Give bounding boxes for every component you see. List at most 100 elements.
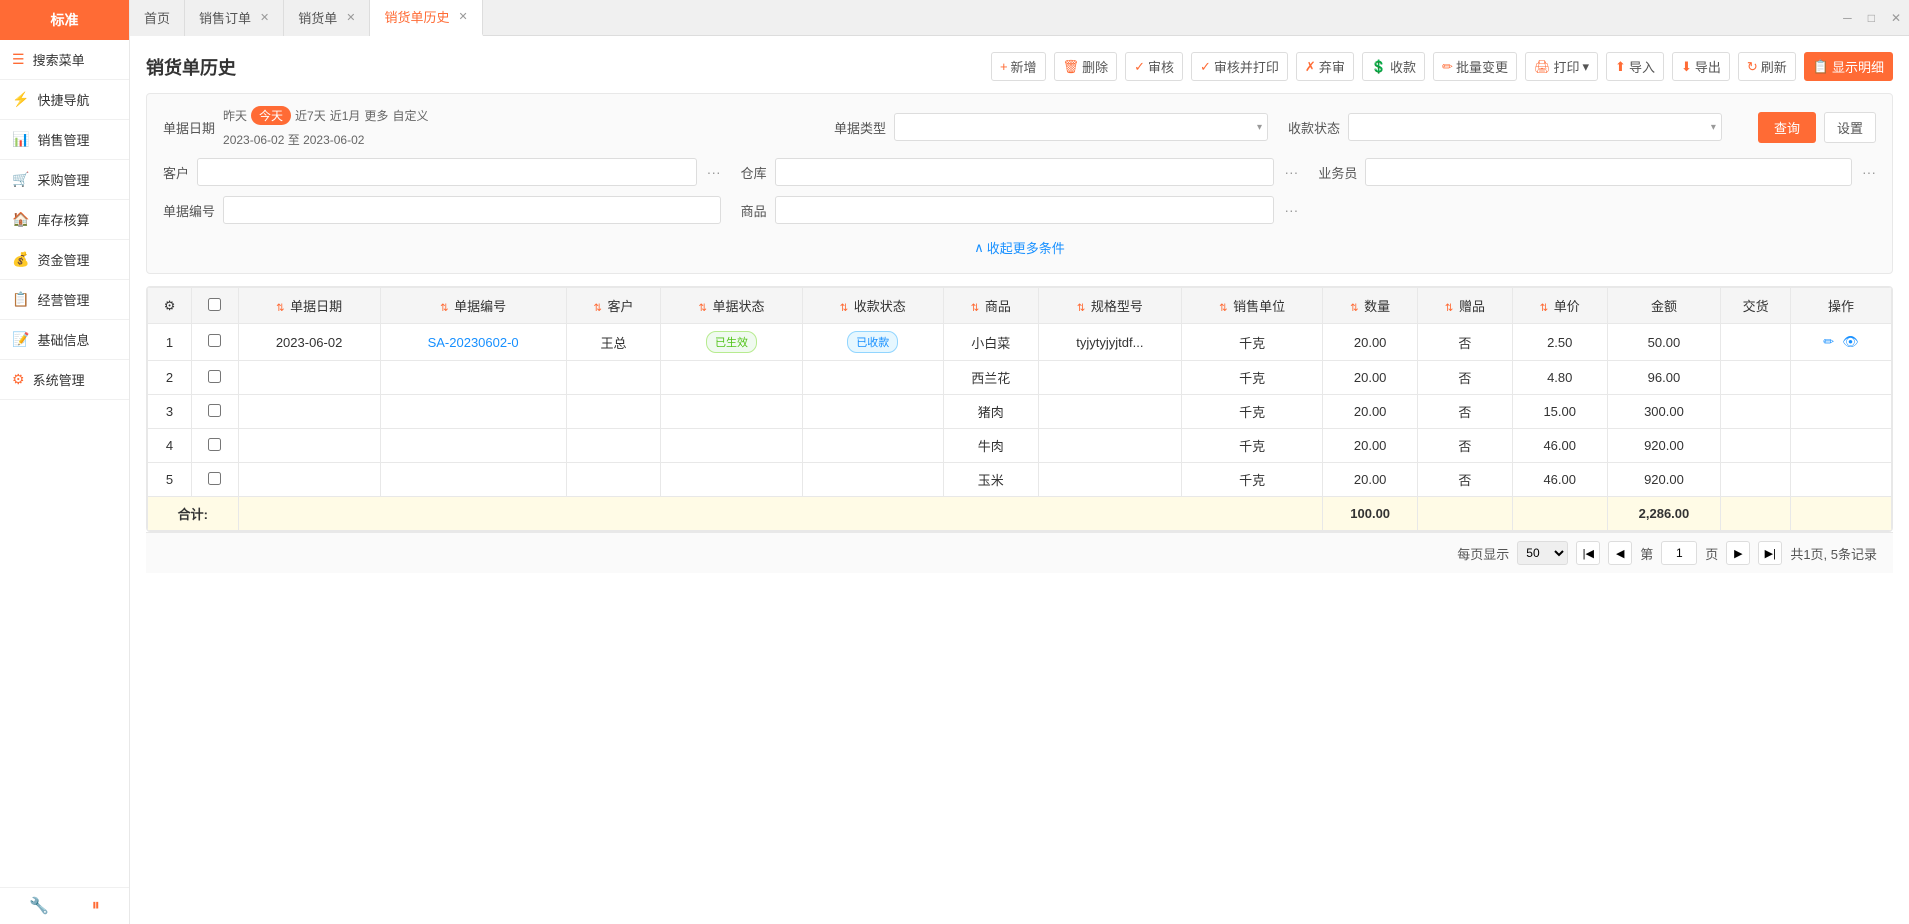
window-minimize[interactable]: ─ — [1835, 11, 1860, 25]
first-page-button[interactable]: |◀ — [1576, 541, 1600, 565]
row-actions[interactable] — [1791, 395, 1892, 429]
gear-icon[interactable]: ⚙ — [164, 298, 176, 313]
row-doc-no[interactable] — [380, 395, 566, 429]
staff-input[interactable] — [1365, 158, 1852, 186]
date-shortcut-more[interactable]: 更多 — [364, 107, 388, 124]
date-shortcut-yesterday[interactable]: 昨天 — [223, 107, 247, 124]
warehouse-input[interactable] — [775, 158, 1275, 186]
row-checkbox[interactable] — [192, 361, 238, 395]
th-gear[interactable]: ⚙ — [148, 288, 192, 324]
th-amount[interactable]: 金额 — [1607, 288, 1721, 324]
sidebar-item-business[interactable]: 📋 经营管理 — [0, 280, 129, 320]
sidebar-item-finance[interactable]: 💰 资金管理 — [0, 240, 129, 280]
th-doc-status[interactable]: ⇅ 单据状态 — [661, 288, 802, 324]
th-spec[interactable]: ⇅ 规格型号 — [1038, 288, 1181, 324]
payment-status-select[interactable] — [1348, 113, 1722, 141]
th-date[interactable]: ⇅ 单据日期 — [238, 288, 380, 324]
row-select-checkbox[interactable] — [208, 334, 221, 347]
row-actions[interactable]: ✏👁 — [1791, 324, 1892, 361]
row-doc-no[interactable] — [380, 463, 566, 497]
add-button[interactable]: + 新增 — [991, 52, 1046, 81]
date-shortcut-last-month[interactable]: 近1月 — [330, 107, 361, 124]
date-range-display[interactable]: 2023-06-02 至 2023-06-02 — [223, 131, 428, 148]
sidebar-item-search-menu[interactable]: ☰ 搜索菜单 — [0, 40, 129, 80]
sidebar-item-sys-mgmt[interactable]: ⚙ 系统管理 — [0, 360, 129, 400]
collapse-filters-button[interactable]: ∧ 收起更多条件 — [163, 234, 1876, 261]
per-page-select[interactable]: 50 100 200 — [1517, 541, 1568, 565]
row-doc-no[interactable] — [380, 361, 566, 395]
delete-button[interactable]: 🗑 删除 — [1054, 52, 1118, 81]
sidebar-item-inventory[interactable]: 🏠 库存核算 — [0, 200, 129, 240]
import-button[interactable]: ⬆ 导入 — [1606, 52, 1664, 81]
print-button[interactable]: 🖨 打印 ▾ — [1525, 52, 1598, 81]
date-shortcut-custom[interactable]: 自定义 — [392, 107, 428, 124]
tab-sales-goods[interactable]: 销货单 ✕ — [284, 0, 370, 36]
th-gift[interactable]: ⇅ 赠品 — [1418, 288, 1513, 324]
th-unit[interactable]: ⇅ 销售单位 — [1182, 288, 1323, 324]
th-goods[interactable]: ⇅ 商品 — [943, 288, 1038, 324]
th-transaction[interactable]: 交货 — [1721, 288, 1791, 324]
th-price[interactable]: ⇅ 单价 — [1512, 288, 1607, 324]
row-actions[interactable] — [1791, 429, 1892, 463]
select-all-checkbox[interactable] — [208, 298, 221, 311]
doc-no-input[interactable] — [223, 196, 721, 224]
row-actions[interactable] — [1791, 463, 1892, 497]
page-number-input[interactable] — [1661, 541, 1697, 565]
th-checkbox[interactable] — [192, 288, 238, 324]
prev-page-button[interactable]: ◀ — [1608, 541, 1632, 565]
row-checkbox[interactable] — [192, 395, 238, 429]
date-shortcut-last7[interactable]: 近7天 — [295, 107, 326, 124]
doc-no-link[interactable]: SA-20230602-0 — [428, 335, 519, 350]
show-detail-button[interactable]: 📋 显示明细 — [1804, 52, 1893, 81]
sidebar-item-sales-mgmt[interactable]: 📊 销售管理 — [0, 120, 129, 160]
abandon-button[interactable]: ✗ 弃审 — [1296, 52, 1354, 81]
staff-dots-icon[interactable]: ··· — [1862, 164, 1876, 180]
doc-type-select[interactable] — [894, 113, 1268, 141]
row-checkbox[interactable] — [192, 324, 238, 361]
action-查看[interactable]: 👁 — [1842, 334, 1859, 349]
tab-sales-history-close[interactable]: ✕ — [459, 10, 468, 23]
tab-sales-order[interactable]: 销售订单 ✕ — [185, 0, 284, 36]
row-doc-no[interactable]: SA-20230602-0 — [380, 324, 566, 361]
review-button[interactable]: ✓ 审核 — [1125, 52, 1183, 81]
sidebar-item-quick-nav[interactable]: ⚡ 快捷导航 — [0, 80, 129, 120]
tab-sales-goods-close[interactable]: ✕ — [346, 11, 355, 24]
row-select-checkbox[interactable] — [208, 370, 221, 383]
row-actions[interactable] — [1791, 361, 1892, 395]
date-shortcut-today[interactable]: 今天 — [251, 106, 291, 125]
row-select-checkbox[interactable] — [208, 472, 221, 485]
action-编辑[interactable]: ✏ — [1823, 334, 1834, 349]
setting-button[interactable]: 设置 — [1824, 112, 1876, 143]
th-pay-status[interactable]: ⇅ 收款状态 — [802, 288, 943, 324]
window-maximize[interactable]: □ — [1860, 11, 1883, 25]
th-qty[interactable]: ⇅ 数量 — [1323, 288, 1418, 324]
th-doc-no[interactable]: ⇅ 单据编号 — [380, 288, 566, 324]
tab-sales-history[interactable]: 销货单历史 ✕ — [370, 0, 482, 36]
warehouse-dots-icon[interactable]: ··· — [1284, 164, 1298, 180]
batch-change-button[interactable]: ✏ 批量变更 — [1433, 52, 1517, 81]
customer-input[interactable] — [197, 158, 697, 186]
row-select-checkbox[interactable] — [208, 404, 221, 417]
sidebar-settings-icon[interactable]: 🔧 — [29, 896, 49, 916]
export-button[interactable]: ⬇ 导出 — [1672, 52, 1730, 81]
window-close[interactable]: ✕ — [1883, 11, 1909, 25]
row-select-checkbox[interactable] — [208, 438, 221, 451]
goods-input[interactable] — [775, 196, 1275, 224]
sidebar-item-purchase-mgmt[interactable]: 🛒 采购管理 — [0, 160, 129, 200]
collect-button[interactable]: 💲 收款 — [1362, 52, 1425, 81]
row-checkbox[interactable] — [192, 463, 238, 497]
row-checkbox[interactable] — [192, 429, 238, 463]
refresh-button[interactable]: ↻ 刷新 — [1738, 52, 1796, 81]
goods-dots-icon[interactable]: ··· — [1284, 202, 1298, 218]
sidebar-pause-icon[interactable]: ⏸ — [92, 897, 100, 915]
tab-sales-order-close[interactable]: ✕ — [260, 11, 269, 24]
th-customer[interactable]: ⇅ 客户 — [566, 288, 661, 324]
tab-home[interactable]: 首页 — [130, 0, 185, 36]
customer-dots-icon[interactable]: ··· — [707, 164, 721, 180]
last-page-button[interactable]: ▶| — [1758, 541, 1782, 565]
next-page-button[interactable]: ▶ — [1726, 541, 1750, 565]
query-button[interactable]: 查询 — [1758, 112, 1816, 143]
row-doc-no[interactable] — [380, 429, 566, 463]
sidebar-item-basic-info[interactable]: 📝 基础信息 — [0, 320, 129, 360]
review-print-button[interactable]: ✓ 审核并打印 — [1191, 52, 1288, 81]
